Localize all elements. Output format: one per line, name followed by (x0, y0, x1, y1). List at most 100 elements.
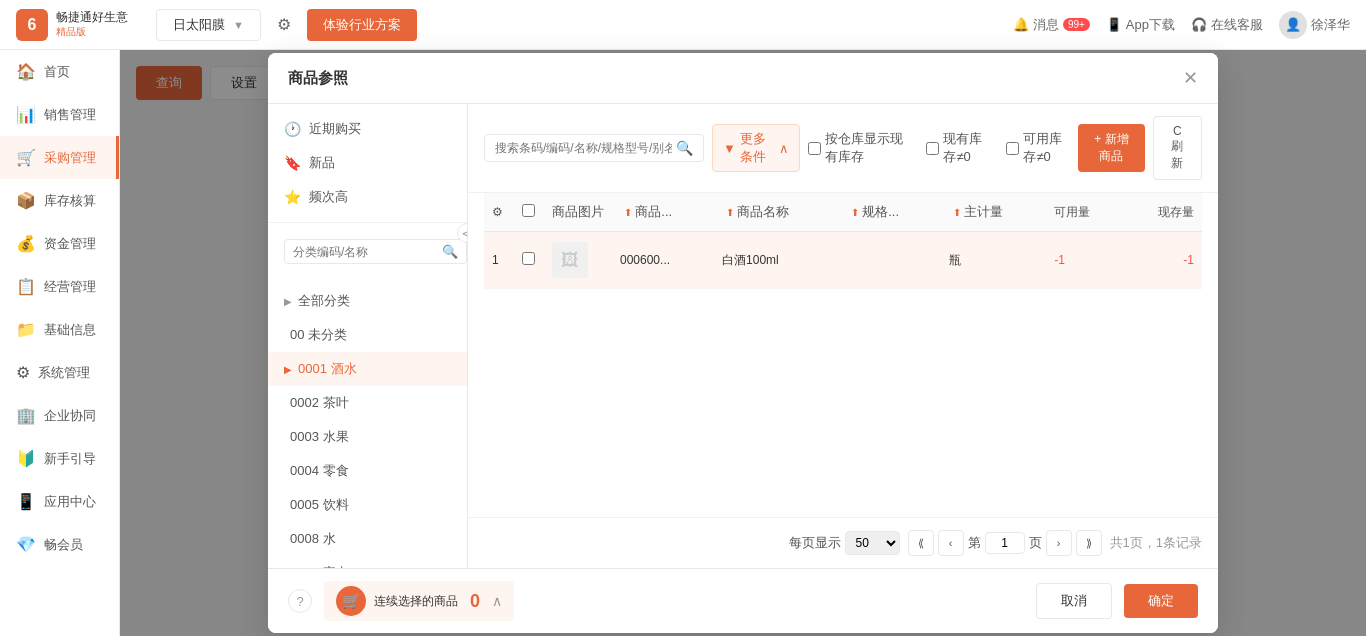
nav-right: 🔔 消息 99+ 📱 App下载 🎧 在线客服 👤 徐泽华 (1013, 11, 1350, 39)
per-page-dropdown[interactable]: 20 50 100 (845, 531, 900, 555)
category-water[interactable]: 0008 水 (268, 522, 467, 556)
search-toolbar: 🔍 ▼ 更多条件 ∧ 按仓库显示现有库存 (468, 104, 1218, 193)
category-beverage[interactable]: 0005 饮料 (268, 488, 467, 522)
select-all-checkbox[interactable] (522, 204, 535, 217)
last-page-button[interactable]: ⟫ (1076, 530, 1102, 556)
system-icon: ⚙ (16, 363, 30, 382)
product-table-container: ⚙ 商品图片 ⬆ 商品... (468, 193, 1218, 517)
message-badge: 99+ (1063, 18, 1090, 31)
help-icon[interactable]: ? (288, 589, 312, 613)
sidebar-label-operations: 经营管理 (44, 278, 96, 296)
quick-label-recent: 近期购买 (309, 120, 361, 138)
purchase-icon: 🛒 (16, 148, 36, 167)
quick-label-frequent: 频次高 (309, 188, 348, 206)
usable-stock-checkbox[interactable] (1006, 142, 1019, 155)
chevron-active-icon: ▶ (284, 364, 292, 375)
message-nav-item[interactable]: 🔔 消息 99+ (1013, 16, 1090, 34)
logo-sub: 精品版 (56, 25, 128, 39)
available-stock-checkbox[interactable] (926, 142, 939, 155)
category-all[interactable]: ▶ 全部分类 (268, 284, 467, 318)
row-checkbox[interactable] (522, 252, 535, 265)
page-number-input[interactable] (985, 532, 1025, 554)
search-submit-icon[interactable]: 🔍 (676, 140, 693, 156)
refresh-button[interactable]: C 刷新 (1153, 116, 1202, 180)
usable-stock-label: 可用库存≠0 (1023, 130, 1070, 166)
sidebar-item-inventory[interactable]: 📦 库存核算 (0, 179, 119, 222)
chevron-down-icon: ▼ (233, 19, 244, 31)
table-row[interactable]: 1 🖼 000600... 白酒100ml 瓶 (484, 232, 1202, 289)
filter-label: 更多条件 (740, 130, 775, 166)
row-image-cell: 🖼 (544, 232, 612, 289)
category-fruit-label: 0003 水果 (290, 428, 349, 446)
product-search-box[interactable]: 🔍 (484, 134, 704, 162)
th-settings: ⚙ (484, 193, 514, 232)
sidebar-label-finance: 资金管理 (44, 235, 96, 253)
available-stock-checkbox-label[interactable]: 现有库存≠0 (926, 130, 990, 166)
th-image: 商品图片 (544, 193, 612, 232)
warehouse-stock-checkbox-label[interactable]: 按仓库显示现有库存 (808, 130, 911, 166)
nav-dropdown[interactable]: 日太阳膜 ▼ (156, 9, 261, 41)
page-nav: ⟪ ‹ 第 页 › ⟫ (908, 530, 1102, 556)
basic-info-icon: 📁 (16, 320, 36, 339)
app-download-item[interactable]: 📱 App下载 (1106, 16, 1175, 34)
next-page-button[interactable]: › (1046, 530, 1072, 556)
category-appliance[interactable]: 0010 家电 (268, 556, 467, 568)
modal-overlay: 商品参照 ✕ 🕐 近期购买 🔖 (120, 50, 1366, 636)
customer-service-item[interactable]: 🎧 在线客服 (1191, 16, 1263, 34)
avatar: 👤 (1279, 11, 1307, 39)
footer-left: ? 🛒 连续选择的商品 0 ∧ (288, 581, 514, 621)
confirm-button[interactable]: 确定 (1124, 584, 1198, 618)
sidebar-label-system: 系统管理 (38, 364, 90, 382)
quick-item-new[interactable]: 🔖 新品 (268, 146, 467, 180)
sidebar-item-home[interactable]: 🏠 首页 (0, 50, 119, 93)
gear-icon[interactable]: ⚙ (277, 15, 291, 34)
experience-button[interactable]: 体验行业方案 (307, 9, 417, 41)
category-fruit[interactable]: 0003 水果 (268, 420, 467, 454)
usable-stock-checkbox-label[interactable]: 可用库存≠0 (1006, 130, 1070, 166)
category-liquor[interactable]: ▶ 0001 酒水 (268, 352, 467, 386)
category-search-box[interactable]: 🔍 (284, 239, 467, 264)
inventory-icon: 📦 (16, 191, 36, 210)
sidebar-item-operations[interactable]: 📋 经营管理 (0, 265, 119, 308)
sidebar-item-basic-info[interactable]: 📁 基础信息 (0, 308, 119, 351)
th-unit: ⬆ 主计量 (941, 193, 1046, 232)
toolbar-right: + 新增商品 C 刷新 (1078, 116, 1202, 180)
modal-header: 商品参照 ✕ (268, 53, 1218, 104)
finance-icon: 💰 (16, 234, 36, 253)
cart-icon[interactable]: 🛒 (336, 586, 366, 616)
cancel-button[interactable]: 取消 (1036, 583, 1112, 619)
category-snack[interactable]: 0004 零食 (268, 454, 467, 488)
sidebar-item-finance[interactable]: 💰 资金管理 (0, 222, 119, 265)
category-all-label: 全部分类 (298, 292, 350, 310)
filter-checkboxes: 按仓库显示现有库存 现有库存≠0 可用库存≠0 (808, 130, 1071, 166)
sidebar-item-system[interactable]: ⚙ 系统管理 (0, 351, 119, 394)
quick-item-recent[interactable]: 🕐 近期购买 (268, 112, 467, 146)
sidebar-item-apps[interactable]: 📱 应用中心 (0, 480, 119, 523)
prev-page-button[interactable]: ‹ (938, 530, 964, 556)
sidebar-item-vip[interactable]: 💎 畅会员 (0, 523, 119, 566)
first-page-button[interactable]: ⟪ (908, 530, 934, 556)
warehouse-stock-checkbox[interactable] (808, 142, 821, 155)
quick-access-section: 🕐 近期购买 🔖 新品 ⭐ 频次高 (268, 104, 467, 223)
sidebar-item-enterprise[interactable]: 🏢 企业协同 (0, 394, 119, 437)
cart-collapse-icon[interactable]: ∧ (492, 593, 502, 609)
star-icon: ⭐ (284, 189, 301, 205)
category-beverage-label: 0005 饮料 (290, 496, 349, 514)
close-icon[interactable]: ✕ (1183, 67, 1198, 89)
headset-icon: 🎧 (1191, 17, 1207, 32)
category-uncategorized[interactable]: 00 未分类 (268, 318, 467, 352)
sidebar-label-purchase: 采购管理 (44, 149, 96, 167)
sidebar-item-purchase[interactable]: 🛒 采购管理 (0, 136, 119, 179)
main-layout: 🏠 首页 📊 销售管理 🛒 采购管理 📦 库存核算 💰 资金管理 📋 经营管理 … (0, 50, 1366, 636)
sidebar-label-apps: 应用中心 (44, 493, 96, 511)
quick-item-frequent[interactable]: ⭐ 频次高 (268, 180, 467, 214)
category-search-input[interactable] (293, 245, 442, 259)
sidebar-item-guide[interactable]: 🔰 新手引导 (0, 437, 119, 480)
user-item[interactable]: 👤 徐泽华 (1279, 11, 1350, 39)
category-tea[interactable]: 0002 茶叶 (268, 386, 467, 420)
search-icon[interactable]: 🔍 (442, 244, 458, 259)
add-product-button[interactable]: + 新增商品 (1078, 124, 1144, 172)
product-search-input[interactable] (495, 141, 672, 155)
sidebar-item-sales[interactable]: 📊 销售管理 (0, 93, 119, 136)
filter-button[interactable]: ▼ 更多条件 ∧ (712, 124, 800, 172)
